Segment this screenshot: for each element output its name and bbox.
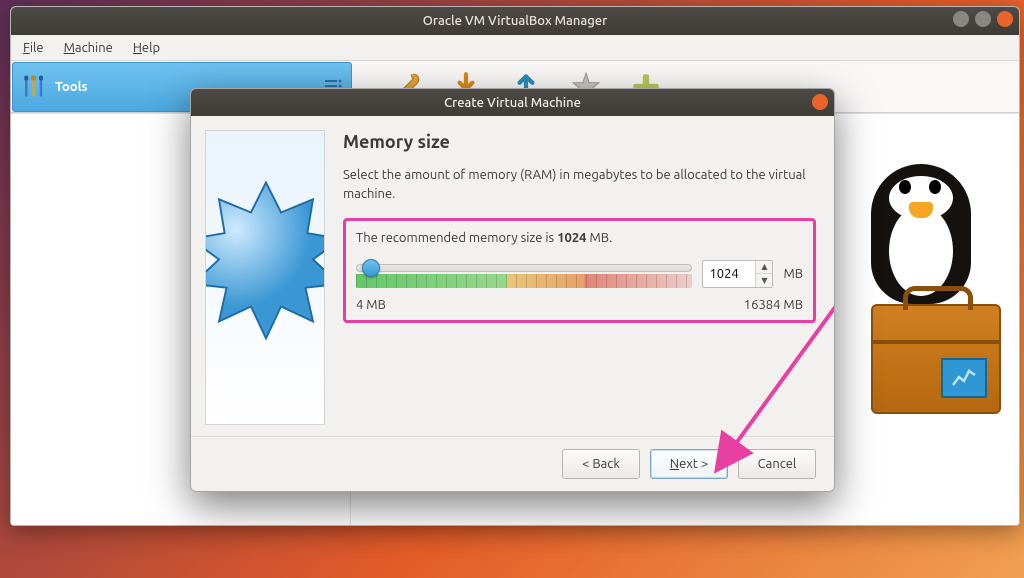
dialog-titlebar[interactable]: Create Virtual Machine (191, 89, 834, 116)
tools-icon (21, 74, 47, 100)
menu-machine[interactable]: Machine (60, 39, 117, 57)
menu-file[interactable]: File (19, 39, 48, 57)
menubar: File Machine Help (11, 35, 1019, 61)
minimize-icon[interactable] (953, 11, 969, 27)
next-button[interactable]: Next > (650, 449, 728, 479)
memory-slider[interactable] (356, 258, 692, 290)
memory-unit: MB (783, 267, 803, 281)
dialog-close-icon[interactable] (812, 94, 828, 110)
highlight-box: The recommended memory size is 1024 MB. … (343, 218, 816, 323)
create-vm-dialog: Create Virtual Machine Memory size Selec… (190, 88, 835, 492)
back-button[interactable]: < Back (562, 449, 640, 479)
dialog-heading: Memory size (343, 132, 816, 152)
dialog-footer: < Back Next > Cancel (191, 436, 834, 491)
memory-max-label: 16384 MB (744, 298, 803, 312)
memory-min-label: 4 MB (356, 298, 386, 312)
memory-input[interactable] (703, 263, 755, 285)
wizard-sidebar-art (205, 130, 325, 425)
dialog-title: Create Virtual Machine (444, 96, 581, 110)
recommendation-text: The recommended memory size is 1024 MB. (356, 229, 803, 248)
mascot-illustration (821, 154, 1001, 454)
chart-icon (941, 358, 987, 398)
maximize-icon[interactable] (975, 11, 991, 27)
close-icon[interactable] (997, 11, 1013, 27)
cancel-button[interactable]: Cancel (738, 449, 816, 479)
memory-spinbox[interactable]: ▲ ▼ (702, 260, 773, 288)
sidebar-tools-label: Tools (55, 80, 88, 94)
menu-help[interactable]: Help (129, 39, 164, 57)
main-titlebar[interactable]: Oracle VM VirtualBox Manager (11, 7, 1019, 35)
slider-thumb-icon[interactable] (362, 259, 380, 277)
main-title: Oracle VM VirtualBox Manager (423, 14, 607, 28)
starburst-icon (205, 173, 325, 364)
dialog-intro: Select the amount of memory (RAM) in meg… (343, 166, 816, 204)
spin-down-icon[interactable]: ▼ (756, 274, 772, 287)
spin-up-icon[interactable]: ▲ (756, 261, 772, 274)
